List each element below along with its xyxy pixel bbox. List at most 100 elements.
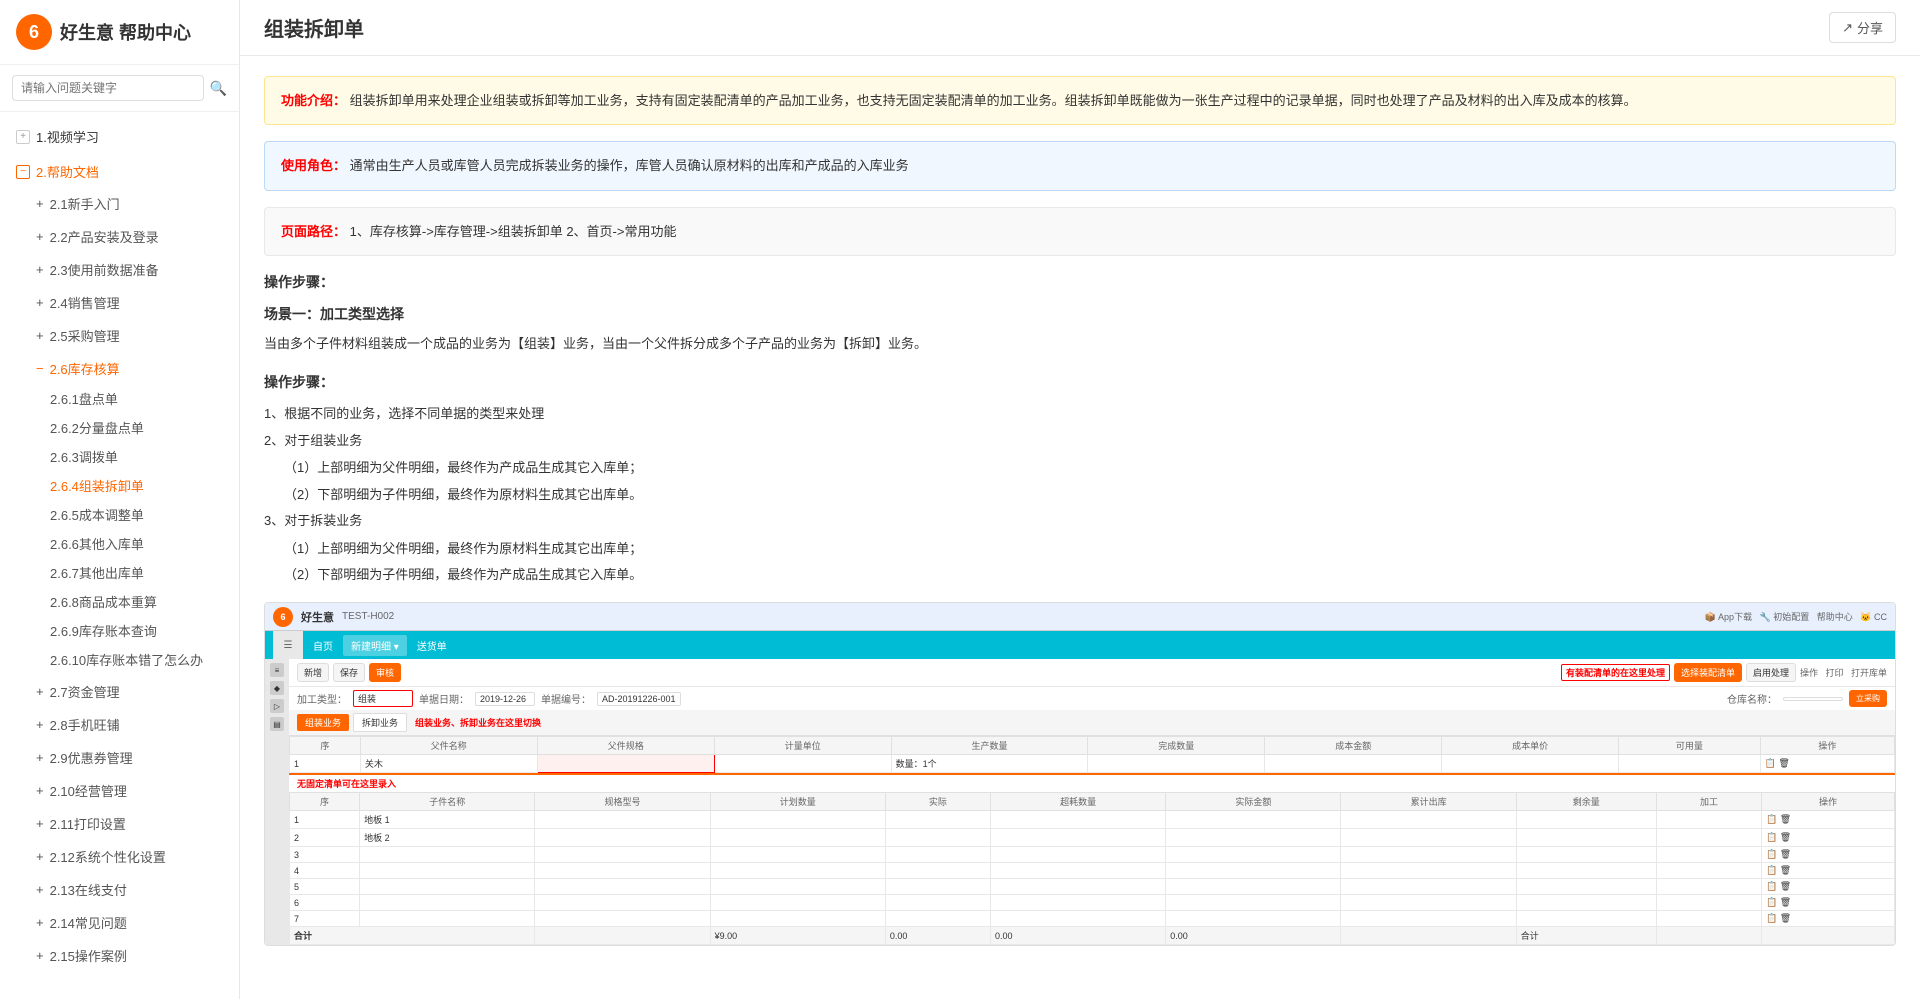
callout5-text: 无固定清单可在这里录入 [297,779,396,789]
erp-field-row1: 加工类型： 组装 单据日期： 2019-12-26 单据编号： AD-20191… [289,687,1895,710]
sidebar-item-personalize[interactable]: + 2.12系统个性化设置 [36,841,239,872]
role-label: 使用角色： [281,158,346,173]
step-2-1: （1）上部明细为父件明细，最终作为产成品生成其它入库单； [284,456,1896,479]
td-done-qty-1 [1088,755,1265,773]
share-button[interactable]: ↗ 分享 [1829,12,1896,43]
sidebar-item-mobile[interactable]: + 2.8手机旺铺 [36,709,239,740]
step-3: 3、对于拆装业务 [264,509,1896,532]
erp-nav-deliver[interactable]: 送货单 [409,635,455,656]
th2-actual: 实际 [885,793,990,811]
callout5-area: 无固定清单可在这里录入 [289,775,1895,792]
th2-cumulative: 累计出库 [1341,793,1516,811]
sidebar-item-other-in[interactable]: 2.6.6其他入库单 [50,529,239,558]
expand-icon-mobile: + [36,717,44,732]
sidebar-item-docs[interactable]: − 2.帮助文档 [0,155,239,188]
expand-icon-data: + [36,262,44,277]
table-row: 1 关木 数量：1个 📋 [290,755,1895,773]
sidebar-item-cost[interactable]: 2.6.5成本调整单 [50,500,239,529]
sidebar-item-faq[interactable]: + 2.14常见问题 [36,907,239,938]
callout1-area: 有装配清单的在这里处理 选择装配清单 启用处理 操作 打印 打开库单 [1561,663,1887,682]
sidebar-item-inventory[interactable]: − 2.6库存核算 [36,353,239,384]
table-row: 1 地板 1 [290,811,1895,829]
td-prod-qty-1: 数量：1个 [891,755,1088,773]
erp-btn-confirm[interactable]: 立采购 [1849,690,1887,707]
erp-btn-bom[interactable]: 选择装配清单 [1674,663,1742,682]
erp-btn-add[interactable]: 新增 [297,663,329,682]
erp-icon-4[interactable]: ▤ [270,717,284,731]
search-area: 🔍 [0,65,239,112]
search-input[interactable] [12,75,204,101]
expand-icon-faq: + [36,915,44,930]
table-row: 2 地板 2 [290,829,1895,847]
sidebar-item-finance[interactable]: + 2.7资金管理 [36,676,239,707]
sidebar-item-sales[interactable]: + 2.4销售管理 [36,287,239,318]
table-row: 4📋 🗑 [290,863,1895,879]
step-2-2: （2）下部明细为子件明细，最终作为原材料生成其它出库单。 [284,483,1896,506]
logo-area: 6 好生意 帮助中心 [0,0,239,65]
erp-icon-1[interactable]: ≡ [270,663,284,677]
sidebar-item-online-pay[interactable]: + 2.13在线支付 [36,874,239,905]
ops-label: 操作步骤： [264,372,1896,392]
nav-section-docs-label: 2.帮助文档 [36,162,99,181]
erp-nav-home[interactable]: 自页 [305,635,341,656]
sidebar-item-other-out[interactable]: 2.6.7其他出库单 [50,558,239,587]
erp-input-warehouse[interactable] [1783,697,1843,701]
erp-logo: 6 [273,607,293,627]
sidebar-item-cost2[interactable]: 2.6.8商品成本重算 [50,587,239,616]
td-avail-1 [1619,755,1761,773]
sidebar-item-print[interactable]: + 2.11打印设置 [36,808,239,839]
table-row: 3📋 🗑 [290,847,1895,863]
nav-item-personalize-label: 2.12系统个性化设置 [50,847,166,866]
sidebar-item-adjust[interactable]: 2.6.3调拨单 [50,442,239,471]
sidebar-item-install[interactable]: + 2.2产品安装及登录 [36,221,239,252]
erp-input-no[interactable]: AD-20191226-001 [597,692,681,706]
expand-icon-online-pay: + [36,882,44,897]
erp-mock: 6 好生意 TEST-H002 📦 App下载 🔧 初始配置 帮助中心 🐱 CC… [265,603,1895,945]
nav-item-print-label: 2.11打印设置 [50,814,126,833]
sidebar-item-video[interactable]: + 1.视频学习 [0,120,239,153]
expand-icon-sales: + [36,295,44,310]
sidebar-item-error[interactable]: 2.6.10库存账本错了怎么办 [50,645,239,674]
sidebar-item-cases[interactable]: + 2.15操作案例 [36,940,239,971]
role-block: 使用角色： 通常由生产人员或库管人员完成拆装业务的操作，库管人员确认原材料的出库… [264,141,1896,190]
intro-block: 功能介绍： 组装拆卸单用来处理企业组装或拆卸等加工业务，支持有固定装配清单的产品… [264,76,1896,125]
nav-item-ops-label: 2.10经营管理 [50,781,127,800]
sidebar-item-ops[interactable]: + 2.10经营管理 [36,775,239,806]
search-icon[interactable]: 🔍 [210,80,227,97]
sidebar-item-assembly[interactable]: 2.6.4组装拆卸单 [50,471,239,500]
erp-tab-assembly[interactable]: 组装业务 [297,714,349,731]
nav-subsection-ops: + 2.10经营管理 [36,775,239,806]
erp-btn-enable[interactable]: 启用处理 [1746,663,1796,682]
sidebar-item-data[interactable]: + 2.3使用前数据准备 [36,254,239,285]
erp-nav-new-order[interactable]: 新建明细 ▾ [343,635,407,656]
sidebar-item-coupon[interactable]: + 2.9优惠券管理 [36,742,239,773]
sidebar-item-count[interactable]: 2.6.1盘点单 [50,384,239,413]
sidebar-item-query[interactable]: 2.6.9库存账本查询 [50,616,239,645]
nav-subsection-newbie: + 2.1新手入门 [36,188,239,219]
erp-btn-approve[interactable]: 审核 [369,663,401,682]
erp-input-type[interactable]: 组装 [353,690,413,707]
th2-over: 超耗数量 [990,793,1165,811]
nav-subsection-finance: + 2.7资金管理 [36,676,239,707]
nav-item-inventory-label: 2.6库存核算 [50,359,120,378]
erp-table1-header-row: 序 父件名称 父件规格 计量单位 生产数量 完成数量 成本金额 成本单价 可用量 [290,737,1895,755]
erp-table2: 序 子件名称 规格型号 计划数量 实际 超耗数量 实际金额 累计出库 剩余量 [289,792,1895,945]
td-unit-1 [714,755,891,773]
erp-tab-disassembly[interactable]: 拆卸业务 [353,713,407,732]
sidebar-item-newbie[interactable]: + 2.1新手入门 [36,188,239,219]
erp-icon-3[interactable]: ▷ [270,699,284,713]
erp-left-icons: ≡ ◆ ▷ ▤ [265,659,289,945]
th2-seq: 序 [290,793,360,811]
erp-input-date[interactable]: 2019-12-26 [475,692,535,706]
collapse-icon-docs: − [16,165,30,179]
sidebar-item-purchase[interactable]: + 2.5采购管理 [36,320,239,351]
nav-item-coupon-label: 2.9优惠券管理 [50,748,133,767]
erp-btn-save[interactable]: 保存 [333,663,365,682]
erp-icon-2[interactable]: ◆ [270,681,284,695]
expand-icon-install: + [36,229,44,244]
scenario1-desc: 当由多个子件材料组装成一个成品的业务为【组装】业务，当由一个父件拆分成多个子产品… [264,332,1896,355]
sidebar-item-split-count[interactable]: 2.6.2分量盘点单 [50,413,239,442]
table-row: 6📋 🗑 [290,895,1895,911]
step-3-1: （1）上部明细为父件明细，最终作为原材料生成其它出库单； [284,537,1896,560]
erp-top-icons: 📦 App下载 🔧 初始配置 帮助中心 🐱 CC [1705,610,1887,623]
